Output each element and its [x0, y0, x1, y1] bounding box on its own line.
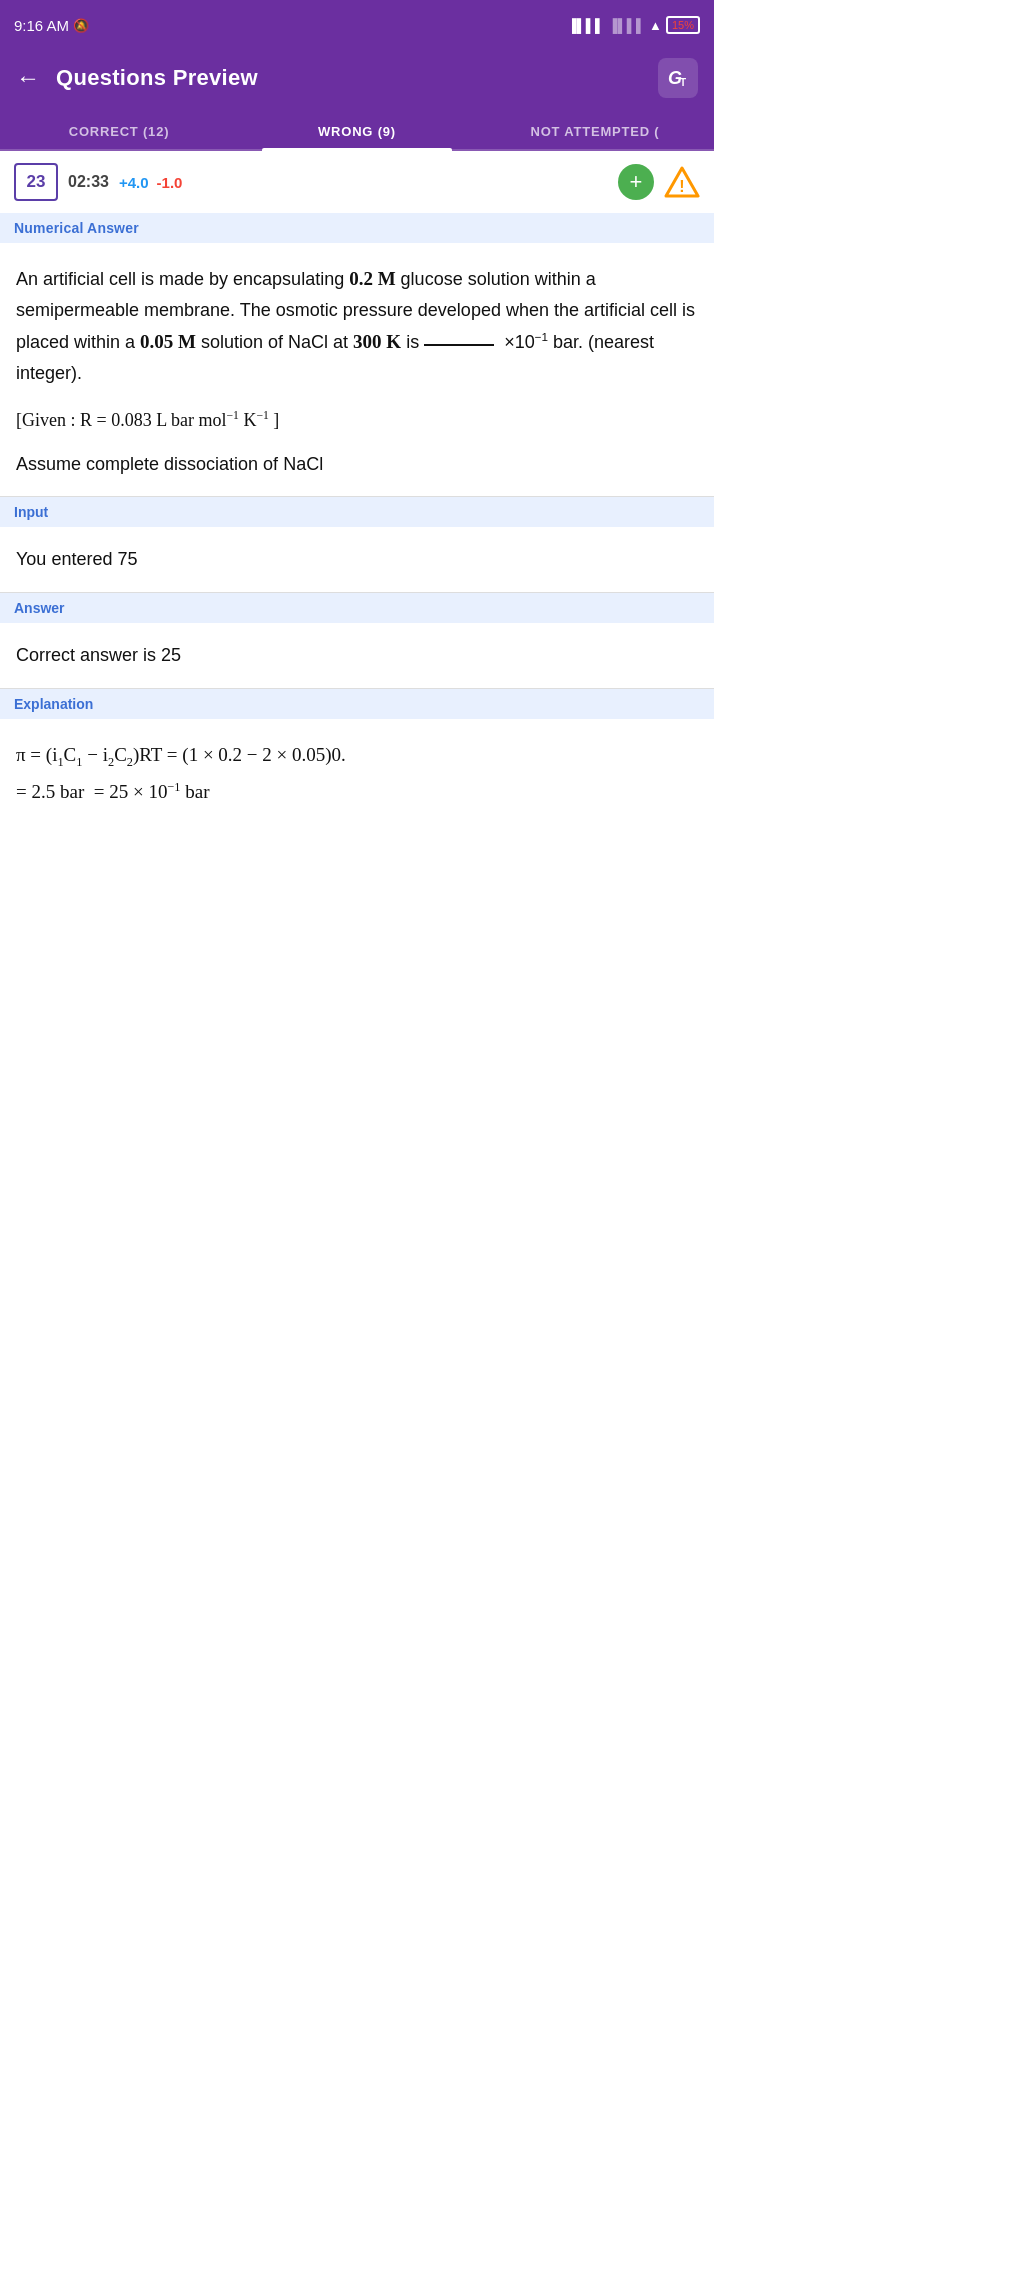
explanation-section-content: π = (i1C1 − i2C2)RT = (1 × 0.2 − 2 × 0.0… [0, 719, 714, 828]
answer-section: Answer Correct answer is 25 [0, 592, 714, 688]
question-number: 23 [27, 172, 46, 192]
formula-conc1: 0.2 M [349, 268, 395, 289]
answer-label-text: Answer [14, 600, 65, 616]
question-text-block: An artificial cell is made by encapsulat… [0, 243, 714, 496]
question-marks: +4.0 -1.0 [119, 174, 182, 191]
header-title: Questions Preview [56, 65, 258, 91]
formula-conc2: 0.05 M [140, 331, 196, 352]
answer-section-label: Answer [0, 593, 714, 623]
question-header-row: 23 02:33 +4.0 -1.0 + ! [0, 151, 714, 213]
back-button[interactable]: ← [16, 64, 40, 92]
battery-percent: 15% [672, 19, 694, 31]
explanation-line2: = 2.5 bar = 25 × 10−1 bar [16, 774, 698, 810]
tab-correct[interactable]: CORRECT (12) [0, 112, 238, 149]
svg-text:!: ! [679, 178, 684, 195]
question-header-actions: + ! [618, 164, 700, 200]
translate-icon-sub: T [680, 77, 686, 88]
question-type-label: Numerical Answer [0, 213, 714, 243]
mark-plus: +4.0 [119, 174, 149, 191]
input-label-text: Input [14, 504, 48, 520]
wifi-icon: ▲ [649, 18, 662, 33]
formula-temp: 300 K [353, 331, 401, 352]
plus-icon: + [630, 171, 643, 193]
question-number-box: 23 [14, 163, 58, 201]
battery-icon: 15% [666, 16, 700, 34]
tabs-bar: CORRECT (12) WRONG (9) NOT ATTEMPTED ( [0, 112, 714, 151]
input-section: Input You entered 75 [0, 496, 714, 592]
time-text: 9:16 AM [14, 17, 69, 34]
tab-wrong[interactable]: WRONG (9) [238, 112, 476, 149]
warning-button[interactable]: ! [664, 164, 700, 200]
input-content-text: You entered 75 [16, 549, 137, 569]
question-type-text: Numerical Answer [14, 220, 139, 236]
input-section-label: Input [0, 497, 714, 527]
answer-content-text: Correct answer is 25 [16, 645, 181, 665]
input-section-content: You entered 75 [0, 527, 714, 592]
alarm-icon: 🔕 [73, 18, 89, 33]
tab-correct-label: CORRECT (12) [69, 124, 170, 139]
question-time: 02:33 [68, 173, 109, 191]
header-left: ← Questions Preview [16, 64, 258, 92]
signal-icon-2: ▐▌▌▌ [608, 18, 645, 33]
assume-block: Assume complete dissociation of NaCl [16, 449, 698, 480]
signal-icon-1: ▐▌▌▌ [567, 18, 604, 33]
tab-not-attempted[interactable]: NOT ATTEMPTED ( [476, 112, 714, 149]
explanation-label-text: Explanation [14, 696, 93, 712]
question-card: 23 02:33 +4.0 -1.0 + ! Numerical Answer [0, 151, 714, 828]
tab-wrong-label: WRONG (9) [318, 124, 396, 139]
explanation-section: Explanation π = (i1C1 − i2C2)RT = (1 × 0… [0, 688, 714, 828]
add-button[interactable]: + [618, 164, 654, 200]
status-bar: 9:16 AM 🔕 ▐▌▌▌ ▐▌▌▌ ▲ 15% [0, 0, 714, 48]
status-icons: ▐▌▌▌ ▐▌▌▌ ▲ 15% [567, 16, 700, 34]
answer-section-content: Correct answer is 25 [0, 623, 714, 688]
warning-triangle-icon: ! [664, 164, 700, 200]
blank-answer [424, 344, 494, 346]
question-paragraph: An artificial cell is made by encapsulat… [16, 263, 698, 389]
explanation-section-label: Explanation [0, 689, 714, 719]
explanation-math: π = (i1C1 − i2C2)RT = (1 × 0.2 − 2 × 0.0… [16, 737, 698, 810]
given-block: [Given : R = 0.083 L bar mol−1 K−1 ] [16, 405, 698, 436]
explanation-line1: π = (i1C1 − i2C2)RT = (1 × 0.2 − 2 × 0.0… [16, 737, 698, 774]
mark-minus: -1.0 [157, 174, 183, 191]
translate-button[interactable]: G T [658, 58, 698, 98]
header: ← Questions Preview G T [0, 48, 714, 112]
status-time: 9:16 AM 🔕 [14, 17, 89, 34]
tab-not-attempted-label: NOT ATTEMPTED ( [531, 124, 660, 139]
